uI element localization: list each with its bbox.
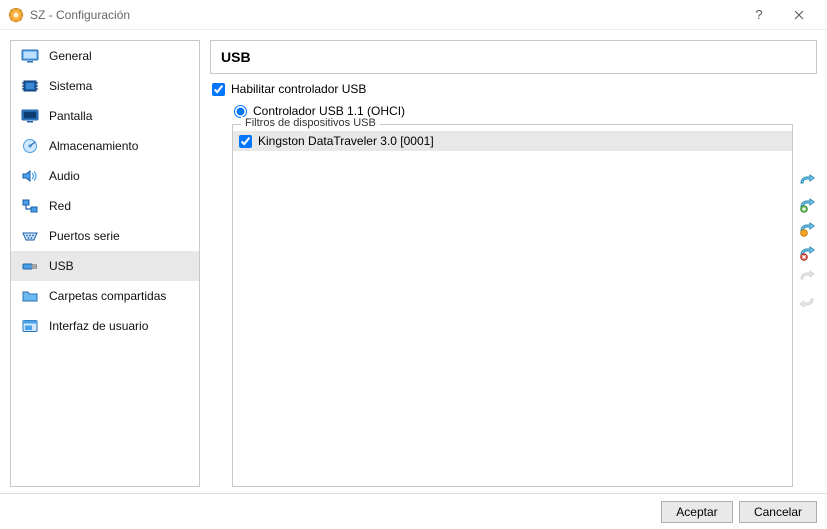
sidebar-item-label: Sistema [49,79,92,93]
usb-device-checkbox[interactable] [239,135,252,148]
chip-icon [21,78,39,94]
sidebar-item-label: Carpetas compartidas [49,289,166,303]
help-button[interactable]: ? [739,0,779,30]
usb-device-label: Kingston DataTraveler 3.0 [0001] [258,134,434,148]
sidebar-item-audio[interactable]: Audio [11,161,199,191]
sidebar-item-display[interactable]: Pantalla [11,101,199,131]
sidebar-item-ui[interactable]: Interfaz de usuario [11,311,199,341]
sidebar-item-storage[interactable]: Almacenamiento [11,131,199,161]
sidebar-item-label: USB [49,259,74,273]
sidebar-item-label: Puertos serie [49,229,120,243]
page-title: USB [210,40,817,74]
usb-ohci-radio[interactable] [234,105,247,118]
usb-filters-legend: Filtros de dispositivos USB [241,117,380,129]
accept-button[interactable]: Aceptar [661,501,733,523]
monitor-icon [21,48,39,64]
enable-usb-checkbox-row[interactable]: Habilitar controlador USB [210,82,817,96]
folder-icon [21,288,39,304]
settings-sidebar: General Sistema Pantalla Almacenamiento … [10,40,200,487]
sidebar-item-label: Red [49,199,71,213]
sidebar-item-system[interactable]: Sistema [11,71,199,101]
window-icon [21,318,39,334]
serial-port-icon [21,228,39,244]
remove-filter-button[interactable] [798,244,816,262]
sidebar-item-label: General [49,49,92,63]
usb-filter-actions [797,172,817,310]
titlebar: SZ - Configuración ? [0,0,827,30]
disk-icon [21,138,39,154]
enable-usb-checkbox[interactable] [212,83,225,96]
sidebar-item-label: Almacenamiento [49,139,138,153]
sidebar-item-serial[interactable]: Puertos serie [11,221,199,251]
add-empty-filter-button[interactable] [798,172,816,190]
display-icon [21,108,39,124]
usb-icon [21,258,39,274]
usb-panel: USB Habilitar controlador USB Controlado… [210,40,817,487]
sidebar-item-usb[interactable]: USB [11,251,199,281]
app-icon [8,7,24,23]
sidebar-item-label: Interfaz de usuario [49,319,148,333]
usb-device-row[interactable]: Kingston DataTraveler 3.0 [0001] [233,131,792,151]
network-icon [21,198,39,214]
window-title: SZ - Configuración [30,8,130,22]
move-filter-down-button[interactable] [798,292,816,310]
sidebar-item-general[interactable]: General [11,41,199,71]
sidebar-item-shared-folders[interactable]: Carpetas compartidas [11,281,199,311]
speaker-icon [21,168,39,184]
usb-ohci-label: Controlador USB 1.1 (OHCI) [253,104,405,118]
usb-ohci-radio-row[interactable]: Controlador USB 1.1 (OHCI) [210,104,817,118]
cancel-button[interactable]: Cancelar [739,501,817,523]
sidebar-item-label: Audio [49,169,80,183]
dialog-footer: Aceptar Cancelar [0,493,827,529]
usb-filters-fieldset: Filtros de dispositivos USB Kingston Dat… [232,124,793,487]
sidebar-item-label: Pantalla [49,109,92,123]
sidebar-item-network[interactable]: Red [11,191,199,221]
move-filter-up-button[interactable] [798,268,816,286]
enable-usb-label: Habilitar controlador USB [231,82,366,96]
add-device-filter-button[interactable] [798,196,816,214]
close-button[interactable] [779,0,819,30]
edit-filter-button[interactable] [798,220,816,238]
usb-device-list[interactable]: Kingston DataTraveler 3.0 [0001] [233,131,792,486]
